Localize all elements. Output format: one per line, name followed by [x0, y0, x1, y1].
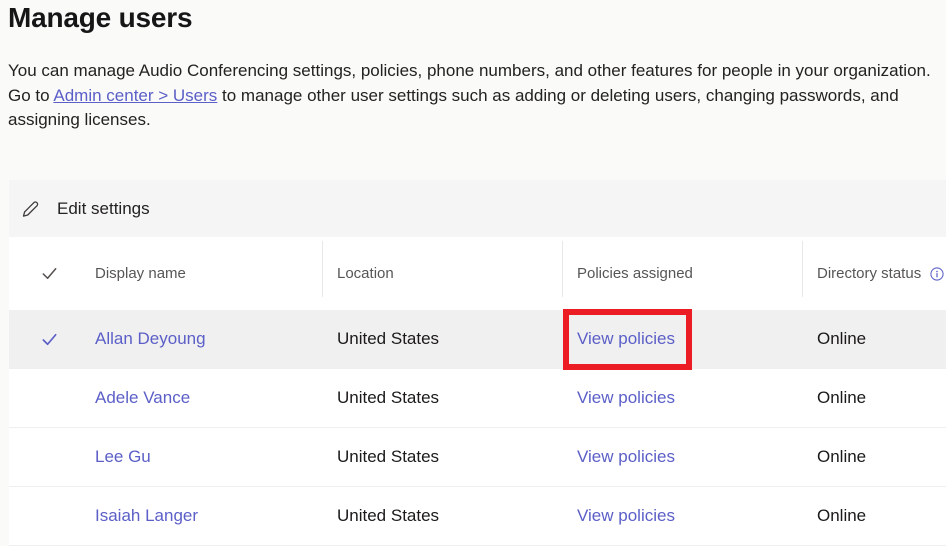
edit-settings-label: Edit settings: [57, 199, 150, 219]
column-header-directory-status[interactable]: Directory status: [802, 237, 946, 310]
location-value: United States: [322, 506, 562, 526]
checkmark-icon: [40, 264, 59, 283]
users-table-card: Edit settings Display name Location Poli…: [9, 180, 946, 546]
view-policies-link[interactable]: View policies: [577, 447, 675, 466]
select-all-checkbox[interactable]: [9, 237, 95, 310]
table-header-row: Display name Location Policies assigned …: [9, 237, 946, 310]
directory-status-value: Online: [802, 447, 946, 467]
column-header-policies-assigned[interactable]: Policies assigned: [562, 237, 802, 310]
user-name-link[interactable]: Isaiah Langer: [95, 506, 198, 525]
user-name-link[interactable]: Allan Deyoung: [95, 329, 206, 348]
view-policies-link[interactable]: View policies: [577, 388, 675, 407]
user-name-link[interactable]: Adele Vance: [95, 388, 190, 407]
view-policies-link[interactable]: View policies: [577, 506, 675, 525]
admin-center-users-link[interactable]: Admin center > Users: [53, 86, 217, 105]
view-policies-link[interactable]: View policies: [577, 329, 675, 348]
row-checkbox[interactable]: [9, 330, 95, 349]
table-row[interactable]: Lee Gu United States View policies Onlin…: [9, 428, 946, 487]
column-header-display-name[interactable]: Display name: [95, 237, 322, 310]
location-value: United States: [322, 329, 562, 349]
pencil-icon: [21, 199, 41, 219]
page-description: You can manage Audio Conferencing settin…: [8, 59, 942, 133]
edit-settings-button[interactable]: Edit settings: [9, 180, 946, 237]
page-title: Manage users: [8, 2, 192, 34]
directory-status-value: Online: [802, 388, 946, 408]
checkmark-icon: [40, 330, 59, 349]
table-row[interactable]: Adele Vance United States View policies …: [9, 369, 946, 428]
table-row[interactable]: Allan Deyoung United States View policie…: [9, 310, 946, 369]
directory-status-value: Online: [802, 506, 946, 526]
column-header-location[interactable]: Location: [322, 237, 562, 310]
location-value: United States: [322, 388, 562, 408]
info-icon[interactable]: [929, 266, 945, 282]
location-value: United States: [322, 447, 562, 467]
user-name-link[interactable]: Lee Gu: [95, 447, 151, 466]
table-row[interactable]: Isaiah Langer United States View policie…: [9, 487, 946, 546]
directory-status-value: Online: [802, 329, 946, 349]
